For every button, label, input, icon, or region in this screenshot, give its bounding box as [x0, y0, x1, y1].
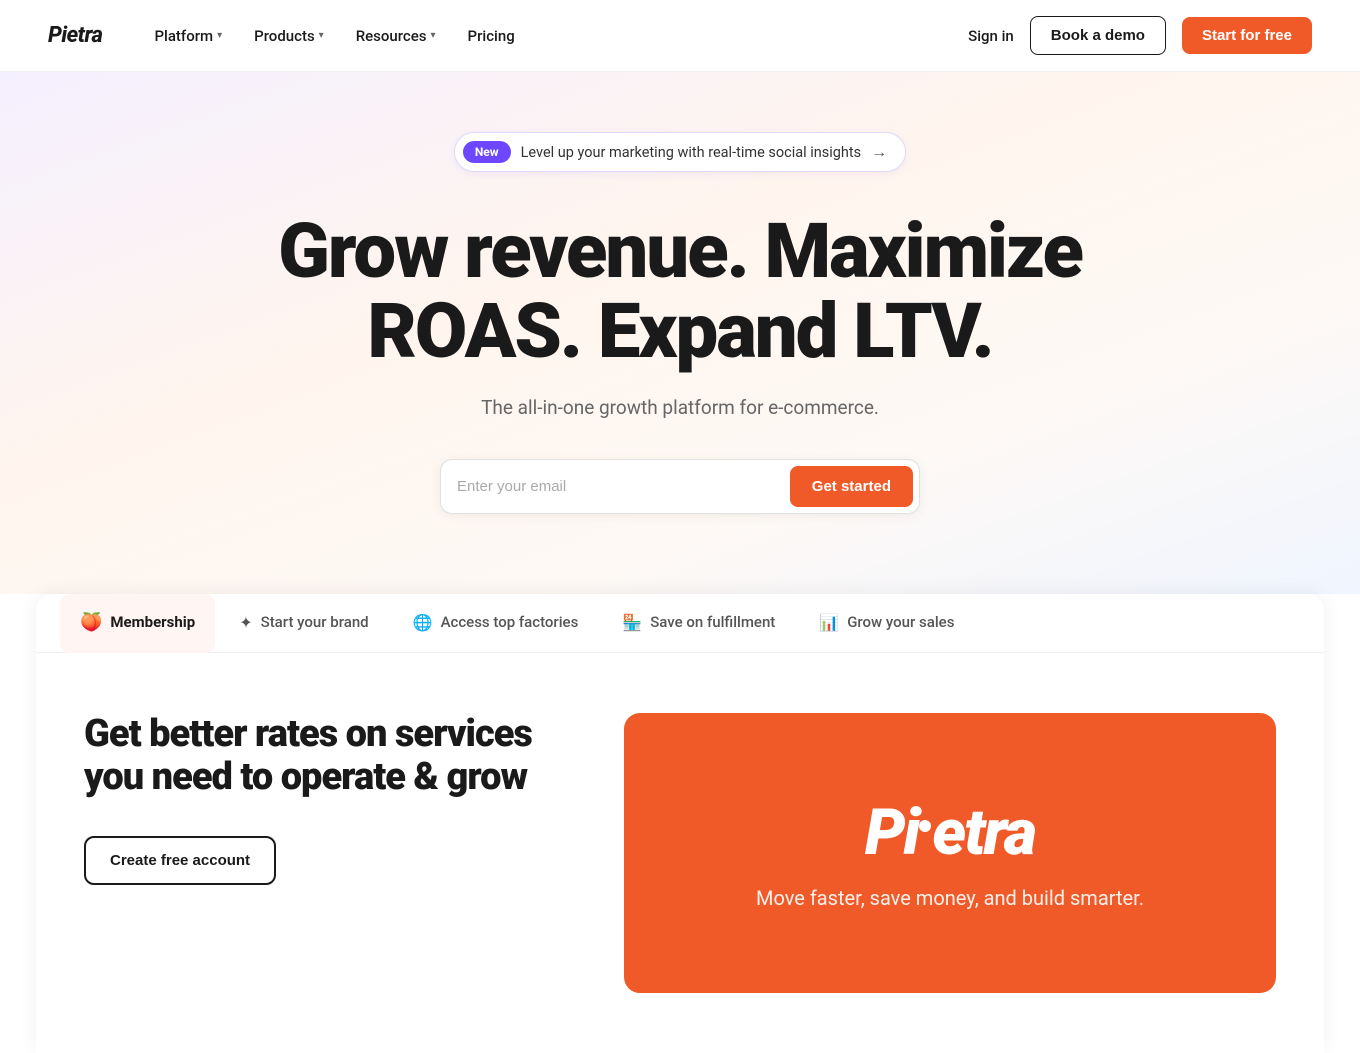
tab-factories[interactable]: 🌐 Access top factories: [393, 595, 599, 652]
nav-resources[interactable]: Resources ▾: [344, 19, 448, 53]
nav-links: Platform ▾ Products ▾ Resources ▾ Pricin…: [142, 19, 968, 53]
card-tagline: Move faster, save money, and build smart…: [756, 886, 1144, 910]
book-demo-button[interactable]: Book a demo: [1030, 16, 1166, 55]
nav-products[interactable]: Products ▾: [242, 19, 336, 53]
store-icon: 🏪: [622, 613, 642, 632]
tab-membership-label: Membership: [110, 613, 195, 631]
get-started-button[interactable]: Get started: [790, 466, 913, 507]
tab-fulfillment[interactable]: 🏪 Save on fulfillment: [602, 595, 795, 652]
badge-pill: New: [463, 141, 511, 163]
arrow-icon: →: [871, 142, 887, 162]
sign-in-link[interactable]: Sign in: [968, 27, 1014, 45]
tab-content: Get better rates on services you need to…: [36, 653, 1324, 1053]
chart-icon: 📊: [819, 613, 839, 632]
tab-start-brand[interactable]: ✦ Start your brand: [219, 595, 388, 652]
logo-dot: [919, 820, 931, 832]
tab-factories-label: Access top factories: [441, 613, 579, 631]
chevron-down-icon: ▾: [217, 30, 222, 41]
navbar: Pietra Platform ▾ Products ▾ Resources ▾…: [0, 0, 1360, 72]
hero-badge[interactable]: New Level up your marketing with real-ti…: [454, 132, 906, 172]
membership-icon: 🍑: [80, 612, 102, 633]
globe-icon: 🌐: [413, 613, 433, 632]
tab-fulfillment-label: Save on fulfillment: [650, 613, 775, 631]
content-left: Get better rates on services you need to…: [84, 713, 564, 885]
tabs-section: 🍑 Membership ✦ Start your brand 🌐 Access…: [36, 594, 1324, 1053]
tab-membership[interactable]: 🍑 Membership: [60, 594, 215, 653]
tab-sales[interactable]: 📊 Grow your sales: [799, 595, 974, 652]
chevron-down-icon: ▾: [431, 30, 436, 41]
site-logo[interactable]: Pietra: [48, 23, 102, 48]
hero-headline: Grow revenue. Maximize ROAS. Expand LTV.: [230, 212, 1130, 372]
hero-subtitle: The all-in-one growth platform for e-com…: [48, 396, 1312, 419]
create-account-button[interactable]: Create free account: [84, 836, 276, 885]
start-free-button[interactable]: Start for free: [1182, 17, 1312, 54]
email-input[interactable]: [457, 478, 790, 495]
hero-section: New Level up your marketing with real-ti…: [0, 72, 1360, 594]
tab-sales-label: Grow your sales: [847, 613, 954, 631]
content-heading: Get better rates on services you need to…: [84, 713, 564, 800]
sparkle-icon: ✦: [239, 613, 252, 632]
tabs-bar: 🍑 Membership ✦ Start your brand 🌐 Access…: [36, 594, 1324, 653]
nav-actions: Sign in Book a demo Start for free: [968, 16, 1312, 55]
chevron-down-icon: ▾: [319, 30, 324, 41]
tab-start-brand-label: Start your brand: [261, 613, 369, 631]
badge-text: Level up your marketing with real-time s…: [521, 144, 862, 161]
nav-pricing[interactable]: Pricing: [456, 19, 527, 53]
email-form: Get started: [440, 459, 920, 514]
nav-platform[interactable]: Platform ▾: [142, 19, 234, 53]
content-card: Pietra Move faster, save money, and buil…: [624, 713, 1276, 993]
